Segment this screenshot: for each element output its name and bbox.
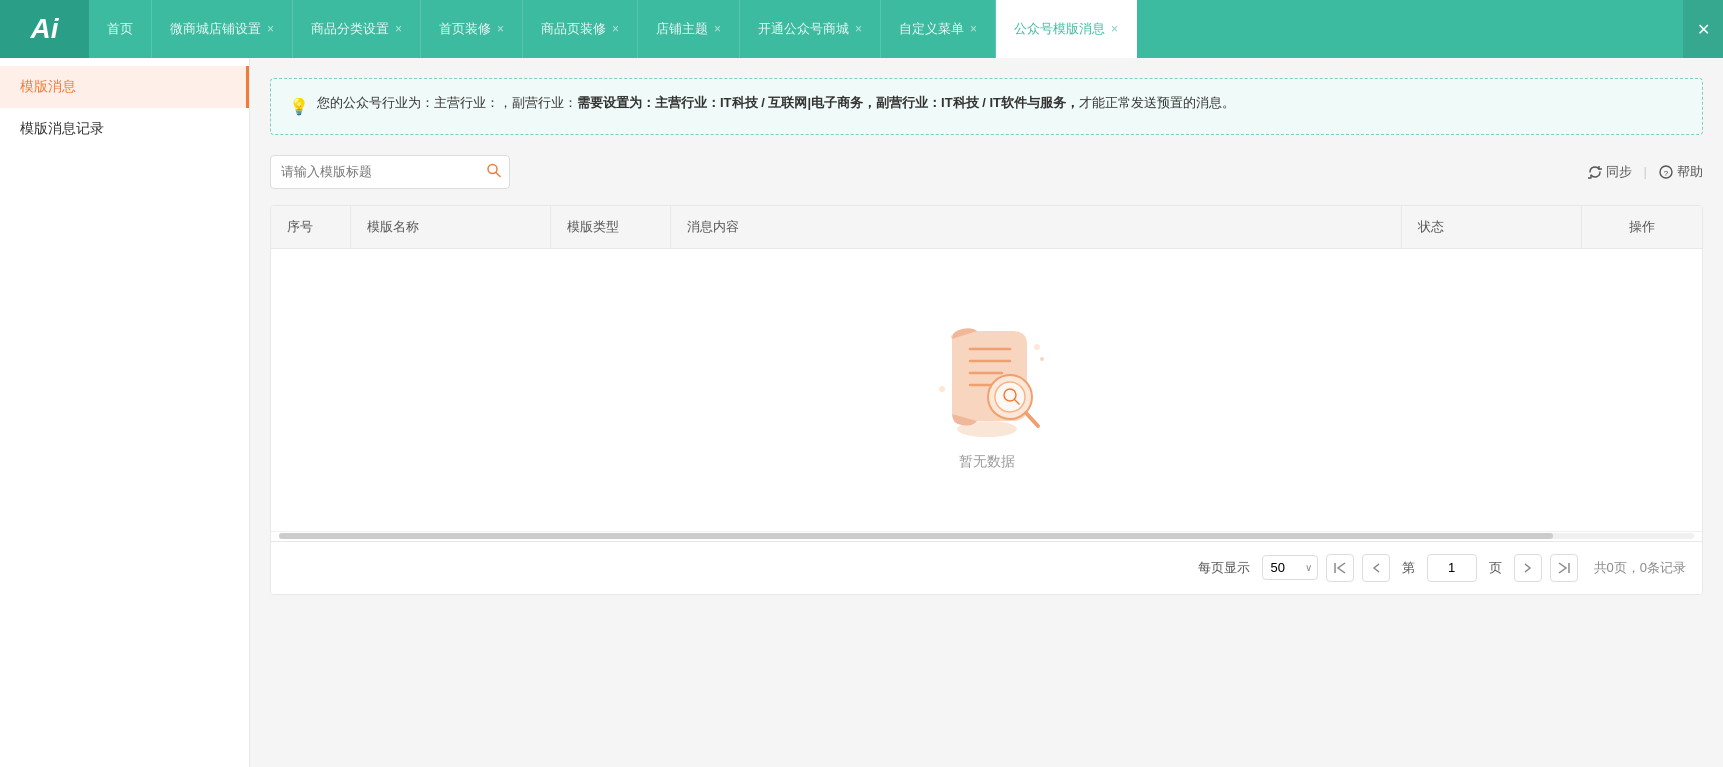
notice-text: 您的公众号行业为：主营行业：，副营行业：需要设置为：主营行业：IT科技 / 互联…: [317, 93, 1235, 114]
nav-tab-label: 公众号模版消息: [1014, 20, 1105, 38]
col-header-status: 状态: [1402, 206, 1582, 248]
last-page-button[interactable]: [1550, 554, 1578, 582]
content-area: 💡 您的公众号行业为：主营行业：，副营行业：需要设置为：主营行业：IT科技 / …: [250, 58, 1723, 767]
nav-tab-template-msg[interactable]: 公众号模版消息 ×: [996, 0, 1137, 58]
col-header-type: 模版类型: [551, 206, 671, 248]
notice-prefix: 您的公众号行业为：主营行业：，副营行业：: [317, 95, 577, 110]
scroll-track: [279, 533, 1694, 539]
main-layout: 模版消息模版消息记录 💡 您的公众号行业为：主营行业：，副营行业：需要设置为：主…: [0, 58, 1723, 767]
scroll-thumb[interactable]: [279, 533, 1553, 539]
scroll-bar-area: [271, 531, 1702, 541]
nav-tab-label: 自定义菜单: [899, 20, 964, 38]
divider: |: [1644, 164, 1647, 179]
first-page-button[interactable]: [1326, 554, 1354, 582]
help-button[interactable]: ? 帮助: [1659, 163, 1703, 181]
nav-tab-label: 商品页装修: [541, 20, 606, 38]
nav-tab-product-category[interactable]: 商品分类设置 ×: [293, 0, 421, 58]
help-icon: ?: [1659, 165, 1673, 179]
page-di-label: 第: [1402, 559, 1415, 577]
empty-text: 暂无数据: [959, 453, 1015, 471]
table-wrap: 序号 模版名称 模版类型 消息内容 状态 操作: [270, 205, 1703, 595]
search-input[interactable]: [270, 155, 510, 189]
nav-tab-label: 开通公众号商城: [758, 20, 849, 38]
svg-point-15: [1040, 357, 1044, 361]
nav-tab-close-custom-menu[interactable]: ×: [970, 22, 977, 36]
nav-tab-product-decor[interactable]: 商品页装修 ×: [523, 0, 638, 58]
prev-page-button[interactable]: [1362, 554, 1390, 582]
nav-tab-close-wechat-shop[interactable]: ×: [267, 22, 274, 36]
search-input-wrap: [270, 155, 510, 189]
nav-tab-close-open-wechat[interactable]: ×: [855, 22, 862, 36]
next-page-button[interactable]: [1514, 554, 1542, 582]
pagination: 每页显示 50 10 20 100 第 页: [271, 541, 1702, 594]
svg-point-10: [995, 382, 1025, 412]
sidebar-item-template-msg[interactable]: 模版消息: [0, 66, 249, 108]
total-text: 共0页，0条记录: [1594, 559, 1686, 577]
nav-tab-label: 微商城店铺设置: [170, 20, 261, 38]
col-header-name: 模版名称: [351, 206, 551, 248]
empty-illustration: [922, 309, 1052, 449]
logo: Ai: [0, 0, 89, 58]
svg-line-11: [1026, 413, 1038, 426]
search-button[interactable]: [486, 162, 502, 181]
sync-icon: [1588, 165, 1602, 179]
table-header: 序号 模版名称 模版类型 消息内容 状态 操作: [271, 206, 1702, 249]
search-bar: 同步 | ? 帮助: [270, 155, 1703, 189]
nav-tab-close-template-msg[interactable]: ×: [1111, 22, 1118, 36]
nav-tab-home[interactable]: 首页: [89, 0, 152, 58]
nav-tab-close-product-category[interactable]: ×: [395, 22, 402, 36]
close-all-tabs-button[interactable]: ✕: [1683, 0, 1723, 58]
notice-suffix: 才能正常发送预置的消息。: [1079, 95, 1235, 110]
notice-icon: 💡: [289, 94, 309, 120]
sidebar: 模版消息模版消息记录: [0, 58, 250, 767]
nav-tab-wechat-shop[interactable]: 微商城店铺设置 ×: [152, 0, 293, 58]
nav-tab-shop-theme[interactable]: 店铺主题 ×: [638, 0, 740, 58]
svg-line-1: [496, 172, 500, 176]
logo-text: Ai: [31, 13, 59, 45]
svg-point-14: [1034, 344, 1040, 350]
top-nav: Ai 首页微商城店铺设置×商品分类设置×首页装修×商品页装修×店铺主题×开通公众…: [0, 0, 1723, 58]
nav-tab-label: 商品分类设置: [311, 20, 389, 38]
sync-label: 同步: [1606, 163, 1632, 181]
search-bar-right: 同步 | ? 帮助: [1588, 163, 1703, 181]
page-input[interactable]: [1427, 554, 1477, 582]
svg-point-16: [939, 386, 945, 392]
col-header-seq: 序号: [271, 206, 351, 248]
notice-box: 💡 您的公众号行业为：主营行业：，副营行业：需要设置为：主营行业：IT科技 / …: [270, 78, 1703, 135]
nav-tab-close-home-decor[interactable]: ×: [497, 22, 504, 36]
help-label: 帮助: [1677, 163, 1703, 181]
page-size-label: 每页显示: [1198, 559, 1250, 577]
page-size-select[interactable]: 50 10 20 100: [1262, 555, 1318, 580]
nav-tab-close-product-decor[interactable]: ×: [612, 22, 619, 36]
sync-button[interactable]: 同步: [1588, 163, 1632, 181]
nav-tab-custom-menu[interactable]: 自定义菜单 ×: [881, 0, 996, 58]
page-size-wrap: 50 10 20 100: [1262, 555, 1318, 580]
page-label: 页: [1489, 559, 1502, 577]
col-header-content: 消息内容: [671, 206, 1402, 248]
nav-tab-label: 店铺主题: [656, 20, 708, 38]
col-header-action: 操作: [1582, 206, 1702, 248]
empty-state: 暂无数据: [271, 249, 1702, 531]
nav-tab-label: 首页: [107, 20, 133, 38]
nav-tab-close-shop-theme[interactable]: ×: [714, 22, 721, 36]
notice-highlight: 需要设置为：主营行业：IT科技 / 互联网|电子商务，副营行业：IT科技 / I…: [577, 95, 1079, 110]
sidebar-item-template-msg-record[interactable]: 模版消息记录: [0, 108, 249, 150]
nav-tab-home-decor[interactable]: 首页装修 ×: [421, 0, 523, 58]
nav-tab-label: 首页装修: [439, 20, 491, 38]
nav-tab-open-wechat[interactable]: 开通公众号商城 ×: [740, 0, 881, 58]
svg-text:?: ?: [1664, 169, 1669, 178]
nav-tabs: 首页微商城店铺设置×商品分类设置×首页装修×商品页装修×店铺主题×开通公众号商城…: [89, 0, 1683, 58]
